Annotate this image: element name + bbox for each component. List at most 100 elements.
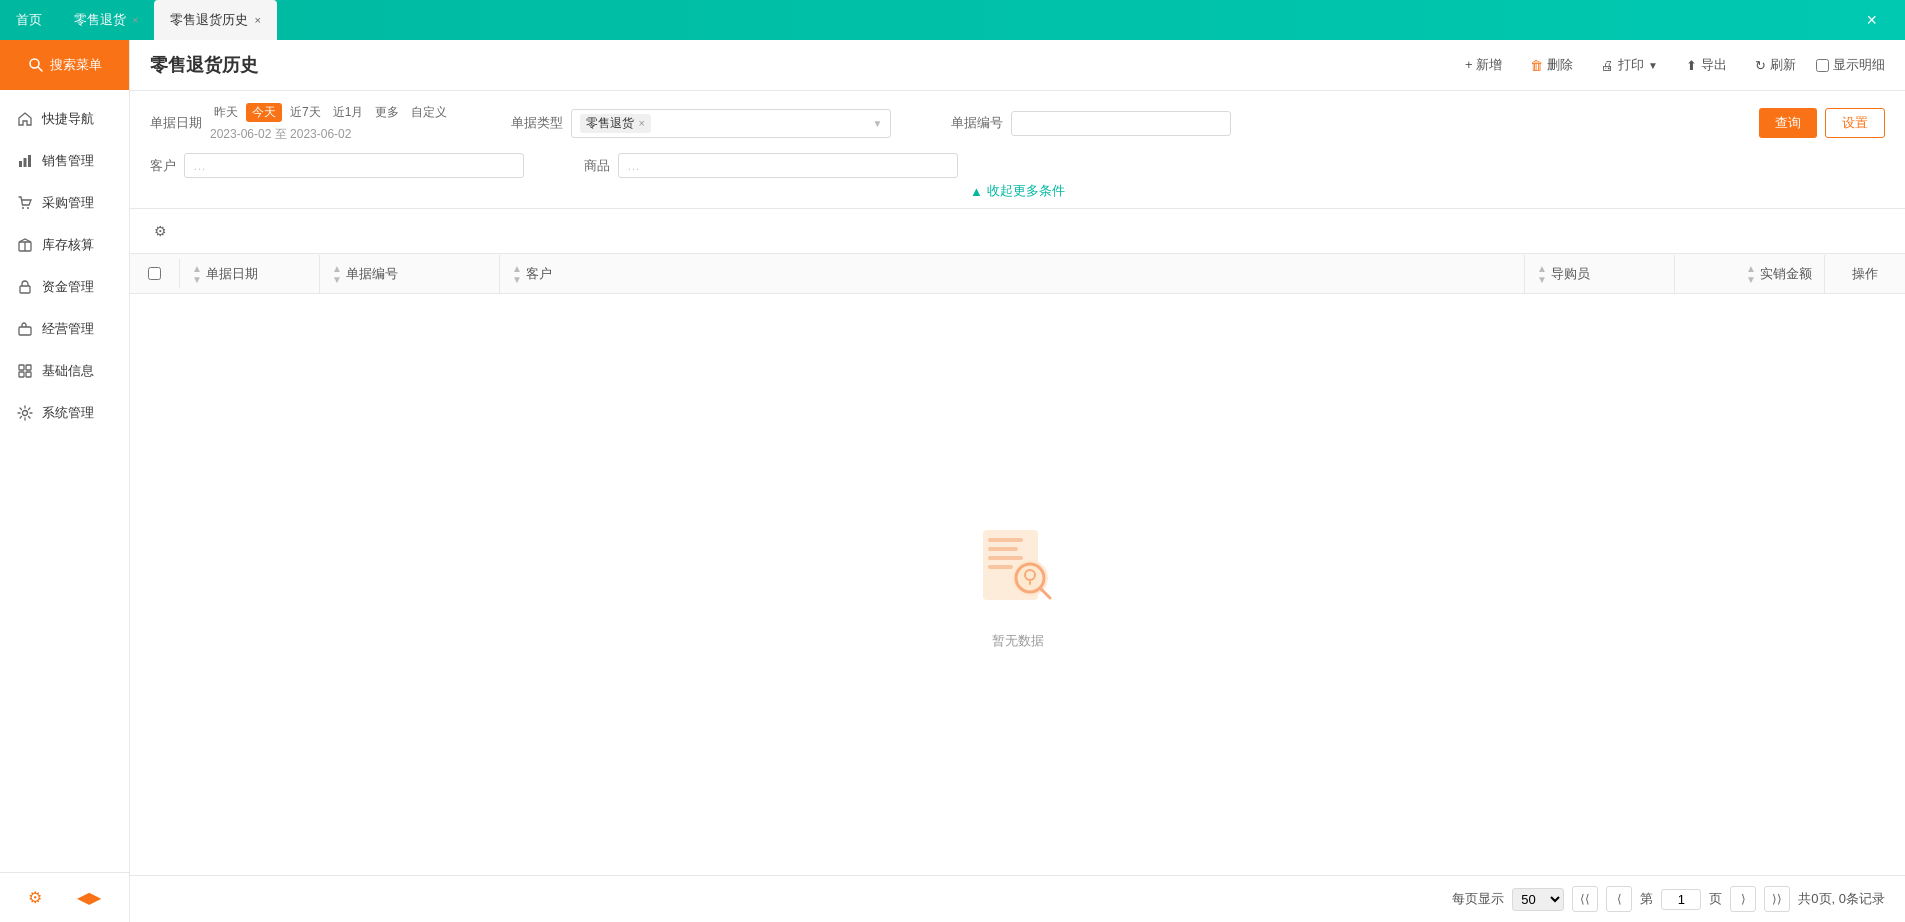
empty-illustration (968, 520, 1068, 620)
svg-rect-13 (19, 372, 24, 377)
svg-rect-18 (988, 547, 1018, 551)
show-detail-label: 显示明细 (1833, 56, 1885, 74)
date-7days[interactable]: 近7天 (286, 103, 325, 122)
refresh-button[interactable]: ↻ 刷新 (1747, 52, 1804, 78)
show-detail-checkbox[interactable]: 显示明细 (1816, 56, 1885, 74)
th-amount-label: 实销金额 (1760, 265, 1812, 283)
print-btn-label: 打印 (1618, 56, 1644, 74)
new-button[interactable]: + 新增 (1457, 52, 1510, 78)
first-page-button[interactable]: ⟨⟨ (1572, 886, 1598, 912)
page-unit: 页 (1709, 890, 1722, 908)
sidebar-bottom: ⚙ ◀▶ (0, 872, 129, 922)
sidebar-item-basic[interactable]: 基础信息 (0, 350, 129, 392)
collapse-filter-button[interactable]: ▲ 收起更多条件 (970, 182, 1065, 200)
bill-type-filter: 单据类型 零售退货 × ▼ (511, 109, 891, 138)
sidebar-search[interactable]: 搜索菜单 (0, 40, 129, 90)
select-all-checkbox[interactable] (148, 267, 161, 280)
empty-state: 暂无数据 (130, 294, 1905, 875)
svg-point-15 (23, 411, 28, 416)
export-button[interactable]: ⬆ 导出 (1678, 52, 1735, 78)
date-more[interactable]: 更多 (371, 103, 403, 122)
filter-action-buttons: 查询 设置 (1759, 108, 1885, 138)
customer-placeholder: … (193, 158, 206, 173)
sidebar-item-purchase-label: 采购管理 (42, 194, 94, 212)
sidebar-item-finance-label: 资金管理 (42, 278, 94, 296)
delete-button[interactable]: 🗑 删除 (1522, 52, 1581, 78)
page-input[interactable] (1661, 889, 1701, 910)
bill-type-dropdown-icon: ▼ (872, 118, 882, 129)
th-customer[interactable]: ▲▼ 客户 (500, 255, 1525, 293)
th-bill-label: 单据编号 (346, 265, 398, 283)
delete-icon: 🗑 (1530, 58, 1543, 73)
sidebar-item-system-label: 系统管理 (42, 404, 94, 422)
svg-rect-19 (988, 556, 1023, 560)
header-actions: + 新增 🗑 删除 🖨 打印 ▼ ⬆ 导出 ↻ 刷新 (1457, 52, 1885, 78)
volume-icon[interactable]: ◀▶ (77, 888, 101, 907)
bill-number-filter: 单据编号 (951, 111, 1231, 136)
sidebar-item-basic-label: 基础信息 (42, 362, 94, 380)
prev-page-button[interactable]: ⟨ (1606, 886, 1632, 912)
tab-retail-return[interactable]: 零售退货 × (58, 0, 154, 40)
svg-rect-4 (28, 155, 31, 167)
date-range-display: 2023-06-02 至 2023-06-02 (210, 126, 451, 143)
print-button[interactable]: 🖨 打印 ▼ (1593, 52, 1666, 78)
th-date[interactable]: ▲▼ 单据日期 (180, 255, 320, 293)
date-today[interactable]: 今天 (246, 103, 282, 122)
tab-retail-return-history-close[interactable]: × (254, 14, 260, 26)
collapse-icon: ▲ (970, 184, 983, 199)
tab-bar: 首页 零售退货 × 零售退货历史 × (0, 0, 1858, 40)
table-header: ▲▼ 单据日期 ▲▼ 单据编号 ▲▼ 客户 ▲▼ 导购员 ▲▼ 实销金额 (130, 254, 1905, 294)
bill-type-select[interactable]: 零售退货 × ▼ (571, 109, 891, 138)
svg-rect-9 (20, 286, 30, 293)
page-size-select[interactable]: 50 10 20 100 (1512, 888, 1564, 911)
th-checkbox (130, 259, 180, 288)
svg-point-6 (27, 207, 29, 209)
setting-button[interactable]: 设置 (1825, 108, 1885, 138)
pagination-bar: 每页显示 50 10 20 100 ⟨⟨ ⟨ 第 页 ⟩ ⟩⟩ 共0页, 0条记… (130, 875, 1905, 922)
customer-select[interactable]: … (184, 153, 524, 178)
date-1month[interactable]: 近1月 (329, 103, 368, 122)
tab-home[interactable]: 首页 (0, 0, 58, 40)
window-close-button[interactable]: × (1858, 6, 1885, 35)
table-settings-button[interactable]: ⚙ (146, 217, 174, 245)
sidebar-item-inventory[interactable]: 库存核算 (0, 224, 129, 266)
sidebar-item-system[interactable]: 系统管理 (0, 392, 129, 434)
search-icon (28, 57, 44, 73)
sidebar-item-finance[interactable]: 资金管理 (0, 266, 129, 308)
date-custom[interactable]: 自定义 (407, 103, 451, 122)
sidebar-item-quick-nav[interactable]: 快捷导航 (0, 98, 129, 140)
bill-type-label: 单据类型 (511, 114, 563, 132)
sidebar-item-purchase[interactable]: 采购管理 (0, 182, 129, 224)
customer-filter-label: 客户 (150, 157, 176, 175)
tab-retail-return-history[interactable]: 零售退货历史 × (154, 0, 276, 40)
tab-retail-return-close[interactable]: × (132, 14, 138, 26)
table-toolbar: ⚙ (130, 209, 1905, 254)
customer-filter: 客户 … (150, 153, 524, 178)
svg-rect-11 (19, 365, 24, 370)
th-bill-no[interactable]: ▲▼ 单据编号 (320, 255, 500, 293)
sidebar-item-sales[interactable]: 销售管理 (0, 140, 129, 182)
bill-type-tag-label: 零售退货 (586, 115, 634, 132)
content-area: 零售退货历史 + 新增 🗑 删除 🖨 打印 ▼ ⬆ 导出 (130, 40, 1905, 922)
date-yesterday[interactable]: 昨天 (210, 103, 242, 122)
bill-type-tag-close[interactable]: × (638, 117, 644, 129)
home-icon (16, 110, 34, 128)
query-button[interactable]: 查询 (1759, 108, 1817, 138)
bill-number-input[interactable] (1011, 111, 1231, 136)
show-detail-input[interactable] (1816, 59, 1829, 72)
filter-area: 单据日期 昨天 今天 近7天 近1月 更多 自定义 2023-06-02 至 2… (130, 91, 1905, 209)
svg-rect-3 (24, 158, 27, 167)
next-page-button[interactable]: ⟩ (1730, 886, 1756, 912)
th-guide[interactable]: ▲▼ 导购员 (1525, 255, 1675, 293)
th-amount[interactable]: ▲▼ 实销金额 (1675, 255, 1825, 293)
svg-point-5 (22, 207, 24, 209)
date-sort-icon: ▲▼ (192, 263, 202, 285)
sidebar-item-operations[interactable]: 经营管理 (0, 308, 129, 350)
top-bar: 首页 零售退货 × 零售退货历史 × × (0, 0, 1905, 40)
goods-select[interactable]: … (618, 153, 958, 178)
empty-text: 暂无数据 (992, 632, 1044, 650)
last-page-button[interactable]: ⟩⟩ (1764, 886, 1790, 912)
top-bar-right: × (1858, 6, 1905, 35)
th-customer-label: 客户 (526, 265, 552, 283)
gear-bottom-icon[interactable]: ⚙ (28, 888, 42, 907)
